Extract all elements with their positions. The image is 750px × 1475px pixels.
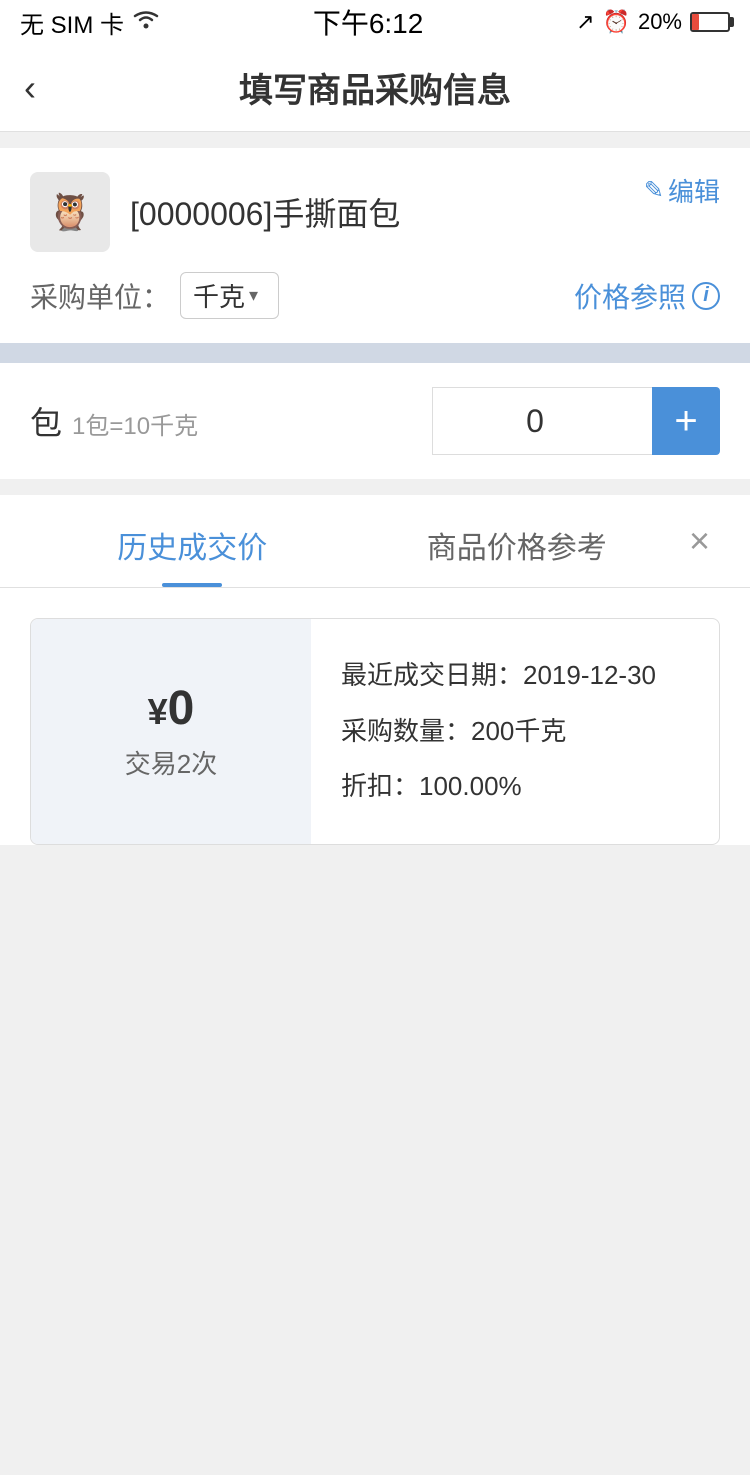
unit-selector-group: 采购单位： 千克 ▾ xyxy=(30,272,279,319)
edit-button[interactable]: ✎ 编辑 xyxy=(644,172,720,209)
status-bar: 无 SIM 卡 下午6:12 ↗ ⏰ 20% xyxy=(0,0,750,44)
status-time: 下午6:12 xyxy=(313,2,424,42)
recent-date-label: 最近成交日期： xyxy=(341,660,523,690)
discount-value: 100.00% xyxy=(419,771,522,801)
product-id: [0000006] xyxy=(130,196,272,232)
status-right: ↗ ⏰ 20% xyxy=(576,9,730,35)
close-button[interactable]: × xyxy=(679,520,720,562)
price-value: 0 xyxy=(168,682,195,735)
price-ref-button[interactable]: 价格参照 i xyxy=(574,276,720,316)
tab-active-indicator xyxy=(162,583,222,587)
product-icon-symbol: 🦉 xyxy=(48,191,93,233)
edit-label: 编辑 xyxy=(668,172,720,209)
edit-icon: ✎ xyxy=(644,176,664,205)
quantity-input[interactable] xyxy=(432,387,652,455)
tab1-label: 历史成交价 xyxy=(117,532,267,565)
purchase-qty-row: 采购数量：200千克 xyxy=(341,711,689,753)
transaction-count: 交易2次 xyxy=(125,744,217,781)
quantity-plus-button[interactable]: + xyxy=(652,387,720,455)
quantity-unit-big: 包 xyxy=(30,398,62,444)
transaction-price: ¥0 xyxy=(148,681,195,736)
tab2-label: 商品价格参考 xyxy=(427,532,607,565)
purchase-qty-value: 200千克 xyxy=(471,716,566,746)
tab-price-ref[interactable]: 商品价格参考 xyxy=(354,495,678,587)
transaction-left: ¥0 交易2次 xyxy=(31,619,311,844)
quantity-unit-info: 包 1包=10千克 xyxy=(30,398,198,444)
location-icon: ↗ xyxy=(576,9,594,35)
unit-select[interactable]: 千克 ▾ xyxy=(180,272,279,319)
currency-symbol: ¥ xyxy=(148,691,168,732)
discount-row: 折扣：100.00% xyxy=(341,766,689,808)
dropdown-arrow-icon: ▾ xyxy=(249,285,258,306)
info-icon: i xyxy=(692,282,720,310)
unit-label: 采购单位： xyxy=(30,276,170,316)
transaction-right: 最近成交日期：2019-12-30 采购数量：200千克 折扣：100.00% xyxy=(311,619,719,844)
back-button[interactable]: ‹ xyxy=(24,67,36,109)
product-thumbnail: 🦉 xyxy=(30,172,110,252)
battery-icon xyxy=(690,12,730,32)
footer-space xyxy=(0,875,750,1475)
status-left: 无 SIM 卡 xyxy=(20,5,160,40)
quantity-unit-small: 1包=10千克 xyxy=(72,406,198,441)
nav-bar: ‹ 填写商品采购信息 xyxy=(0,44,750,132)
discount-label: 折扣： xyxy=(341,771,419,801)
quantity-section: 包 1包=10千克 + xyxy=(0,363,750,479)
recent-date-value: 2019-12-30 xyxy=(523,660,656,690)
product-section: 🦉 [0000006]手撕面包 ✎ 编辑 采购单位： 千克 ▾ 价格参照 i xyxy=(0,148,750,343)
wifi-icon xyxy=(132,8,160,36)
transaction-card: ¥0 交易2次 最近成交日期：2019-12-30 采购数量：200千克 折扣：… xyxy=(30,618,720,845)
recent-date-row: 最近成交日期：2019-12-30 xyxy=(341,655,689,697)
product-header: 🦉 [0000006]手撕面包 ✎ 编辑 xyxy=(30,172,720,252)
product-unit-row: 采购单位： 千克 ▾ 价格参照 i xyxy=(30,272,720,319)
product-name: [0000006]手撕面包 xyxy=(130,189,400,235)
panel-section: 历史成交价 商品价格参考 × ¥0 交易2次 最近成交日期：2019-12-30… xyxy=(0,495,750,845)
tab-history-price[interactable]: 历史成交价 xyxy=(30,495,354,587)
carrier-text: 无 SIM 卡 xyxy=(20,5,124,40)
page-title: 填写商品采购信息 xyxy=(239,63,511,112)
product-title: 手撕面包 xyxy=(272,196,400,232)
tab-bar: 历史成交价 商品价格参考 × xyxy=(0,495,750,588)
unit-value: 千克 xyxy=(193,277,245,314)
product-left: 🦉 [0000006]手撕面包 xyxy=(30,172,400,252)
quantity-input-area: + xyxy=(432,387,720,455)
price-ref-label: 价格参照 xyxy=(574,276,686,316)
battery-percent: 20% xyxy=(638,9,682,35)
purchase-qty-label: 采购数量： xyxy=(341,716,471,746)
alarm-icon: ⏰ xyxy=(603,9,630,35)
section-divider xyxy=(0,343,750,363)
